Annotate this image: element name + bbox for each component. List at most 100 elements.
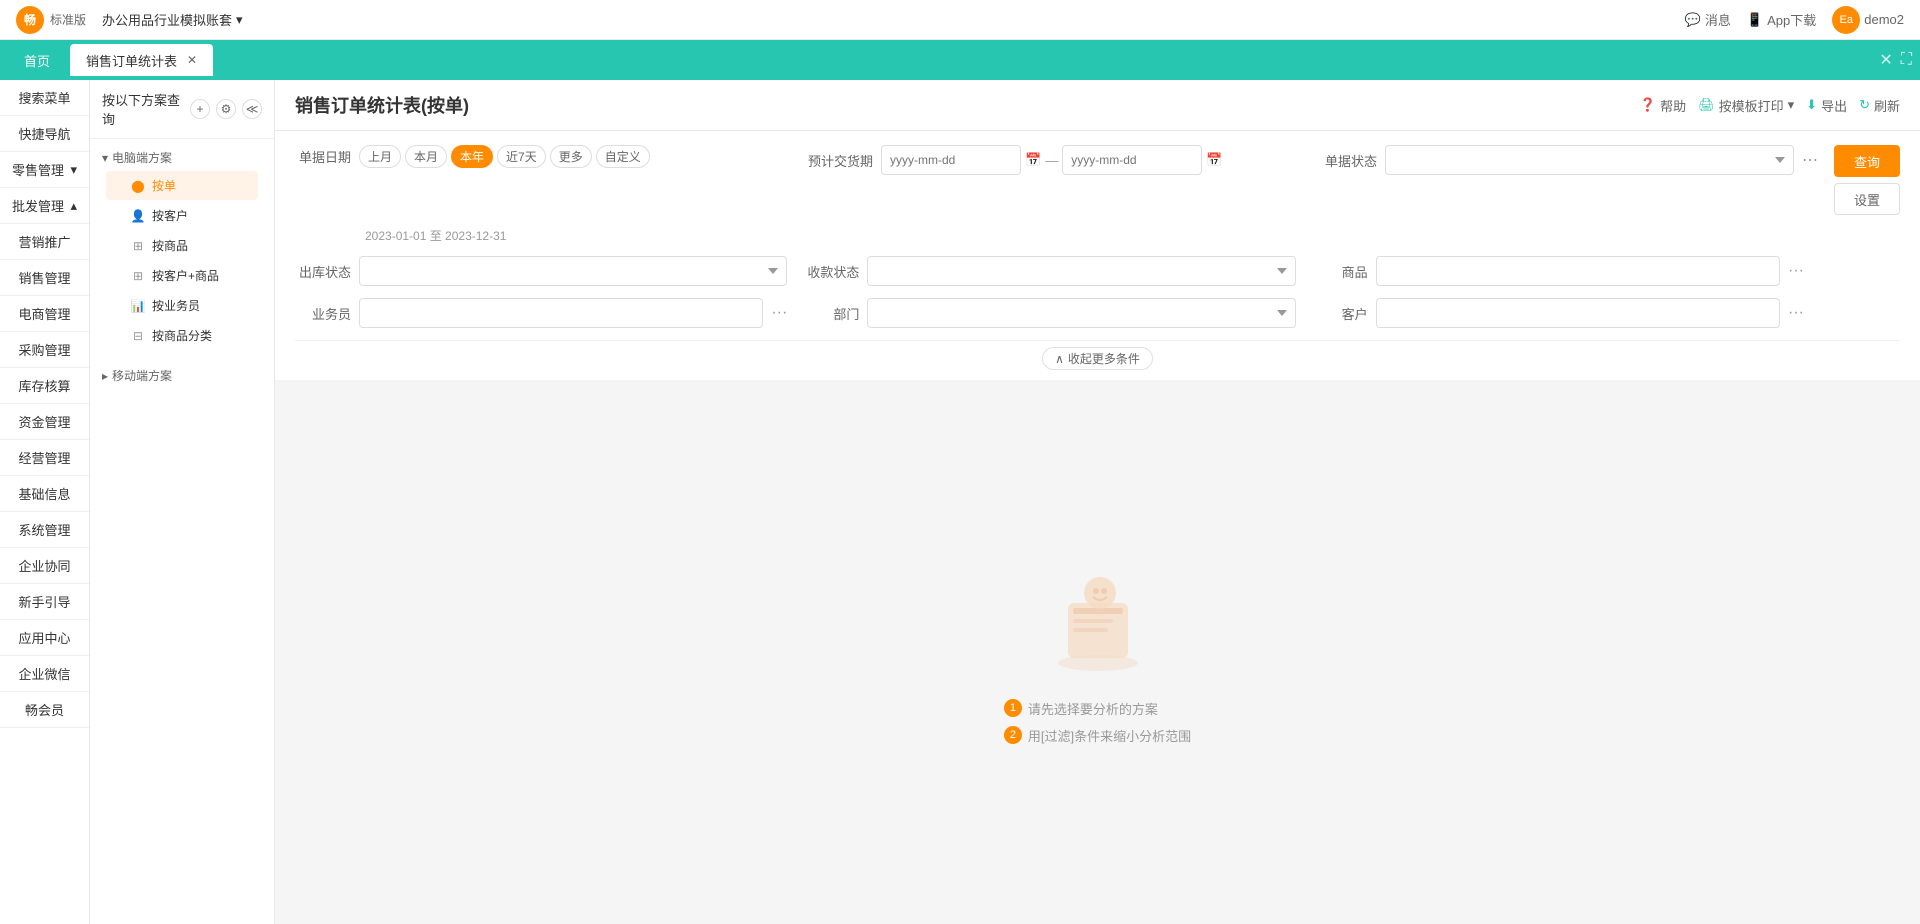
collapse-icon: ∧	[1055, 352, 1064, 366]
chevron-up-icon: ▴	[70, 198, 77, 214]
sidebar: 搜索菜单 快捷导航 零售管理 ▾ 批发管理 ▴ 营销推广 销售管理 电商管理 采…	[0, 80, 90, 924]
tab-home[interactable]: 首页	[8, 44, 66, 76]
calendar-start-icon[interactable]: 📅	[1025, 152, 1041, 168]
salesperson-more-icon[interactable]: ···	[771, 304, 787, 322]
sidebar-group-retail: 零售管理 ▾	[0, 152, 89, 188]
tip-num-2: 2	[1004, 726, 1022, 744]
customer-more-icon[interactable]: ···	[1788, 304, 1804, 322]
workspace-selector[interactable]: 办公用品行业模拟账套 ▾	[94, 10, 251, 29]
user-name: demo2	[1864, 12, 1904, 27]
sidebar-item-apps[interactable]: 应用中心	[0, 620, 89, 656]
date-filter-label: 单据日期	[295, 147, 351, 166]
scheme-item-by-order[interactable]: ⬤ 按单	[106, 171, 258, 200]
tip-num-1: 1	[1004, 699, 1022, 717]
scheme-collapse-button[interactable]: ≪	[242, 99, 262, 119]
tab-expand-icon[interactable]: ⛶	[1901, 51, 1912, 69]
delivery-status-select[interactable]	[359, 256, 787, 286]
calendar-end-icon[interactable]: 📅	[1206, 152, 1222, 168]
sidebar-item-search[interactable]: 搜索菜单	[0, 80, 89, 116]
expected-date-group: 📅 — 📅	[881, 145, 1222, 175]
date-btn-custom[interactable]: 自定义	[596, 145, 650, 168]
sidebar-item-quick[interactable]: 快捷导航	[0, 116, 89, 152]
chevron-right-icon: ▸	[102, 369, 108, 383]
expected-date-start[interactable]	[881, 145, 1021, 175]
delivery-status-label: 出库状态	[295, 262, 351, 281]
sidebar-item-system[interactable]: 系统管理	[0, 512, 89, 548]
filter-row-2: 出库状态 收款状态 商品 ···	[295, 256, 1900, 286]
customer-input[interactable]	[1376, 298, 1780, 328]
scheme-item-by-salesperson[interactable]: 📊 按业务员	[106, 291, 258, 320]
date-buttons: 上月 本月 本年 近7天 更多 自定义	[359, 145, 650, 168]
export-button[interactable]: ⬇ 导出	[1806, 96, 1847, 115]
print-icon: 🖨	[1698, 97, 1715, 113]
collapse-label: 收起更多条件	[1068, 350, 1140, 367]
date-btn-this-month[interactable]: 本月	[405, 145, 447, 168]
sidebar-item-retail[interactable]: 零售管理 ▾	[0, 152, 89, 187]
goods-input[interactable]	[1376, 256, 1780, 286]
scheme-item-by-customer[interactable]: 👤 按客户	[106, 201, 258, 230]
sidebar-item-newbie[interactable]: 新手引导	[0, 584, 89, 620]
query-button[interactable]: 查询	[1834, 145, 1900, 177]
sidebar-item-inventory[interactable]: 库存核算	[0, 368, 89, 404]
sidebar-item-marketing[interactable]: 营销推广	[0, 224, 89, 260]
expected-date-end[interactable]	[1062, 145, 1202, 175]
chevron-down-icon: ▾	[102, 151, 108, 165]
collapse-button[interactable]: ∧ 收起更多条件	[1042, 347, 1153, 370]
sidebar-item-sales[interactable]: 销售管理	[0, 260, 89, 296]
tab-close-all-icon[interactable]: ✕	[1879, 50, 1892, 70]
tab-stats[interactable]: 销售订单统计表 ✕	[70, 44, 213, 76]
scheme-add-button[interactable]: +	[190, 99, 210, 119]
department-select[interactable]	[867, 298, 1295, 328]
sidebar-item-wholesale[interactable]: 批发管理 ▴	[0, 188, 89, 223]
sidebar-item-purchase[interactable]: 采购管理	[0, 332, 89, 368]
date-btn-last-7days[interactable]: 近7天	[497, 145, 546, 168]
salesperson-input[interactable]	[359, 298, 763, 328]
goods-filter-label: 商品	[1312, 262, 1368, 281]
tab-home-label: 首页	[24, 51, 50, 70]
goods-more-icon[interactable]: ···	[1788, 262, 1804, 280]
sidebar-item-wechat[interactable]: 企业微信	[0, 656, 89, 692]
filter-section: 单据日期 上月 本月 本年 近7天 更多 自定义 预计交货期	[275, 131, 1920, 380]
scheme-item-by-goods-category[interactable]: ⊟ 按商品分类	[106, 321, 258, 350]
scheme-item-by-salesperson-label: 按业务员	[152, 297, 200, 314]
sidebar-item-basic[interactable]: 基础信息	[0, 476, 89, 512]
message-icon: 💬	[1685, 12, 1701, 28]
sidebar-item-enterprise[interactable]: 企业协同	[0, 548, 89, 584]
sidebar-item-operations[interactable]: 经营管理	[0, 440, 89, 476]
print-button[interactable]: 🖨 按模板打印 ▾	[1698, 96, 1794, 115]
date-btn-last-month[interactable]: 上月	[359, 145, 401, 168]
scheme-settings-button[interactable]: ⚙	[216, 99, 236, 119]
salesperson-label: 业务员	[295, 304, 351, 323]
filter-row-3: 业务员 ··· 部门 客户 ···	[295, 298, 1900, 328]
payment-status-select[interactable]	[867, 256, 1295, 286]
circle-icon: ⬤	[130, 178, 146, 194]
sidebar-item-member[interactable]: 畅会员	[0, 692, 89, 728]
settings-button[interactable]: 设置	[1834, 183, 1900, 215]
date-btn-this-year[interactable]: 本年	[451, 145, 493, 168]
scheme-item-by-goods[interactable]: ⊞ 按商品	[106, 231, 258, 260]
refresh-button[interactable]: ↻ 刷新	[1859, 96, 1900, 115]
action-btn-group: 查询 设置	[1834, 145, 1900, 215]
user-profile[interactable]: Ea demo2	[1832, 6, 1904, 34]
scheme-section-pc: ▾ 电脑端方案 ⬤ 按单 👤 按客户 ⊞ 按商品 ⊞ 按客户+商品	[90, 139, 274, 357]
section-mobile-label: 移动端方案	[112, 367, 172, 384]
help-label: 帮助	[1660, 96, 1686, 115]
department-label: 部门	[803, 304, 859, 323]
grid2-icon: ⊞	[130, 268, 146, 284]
message-button[interactable]: 💬 消息	[1685, 10, 1731, 29]
scheme-panel-actions: + ⚙ ≪	[190, 99, 262, 119]
scheme-item-by-goods-label: 按商品	[152, 237, 188, 254]
date-btn-more[interactable]: 更多	[550, 145, 592, 168]
scheme-item-by-customer-goods[interactable]: ⊞ 按客户+商品	[106, 261, 258, 290]
empty-tip-1-text: 请先选择要分析的方案	[1028, 699, 1158, 718]
sidebar-item-ecommerce[interactable]: 电商管理	[0, 296, 89, 332]
app-download-button[interactable]: 📱 App下载	[1747, 10, 1816, 29]
scheme-section-pc-title[interactable]: ▾ 电脑端方案	[102, 145, 262, 170]
status-select[interactable]	[1385, 145, 1794, 175]
scheme-section-mobile-title[interactable]: ▸ 移动端方案	[102, 363, 262, 388]
help-button[interactable]: ❓ 帮助	[1640, 96, 1686, 115]
sidebar-item-finance[interactable]: 资金管理	[0, 404, 89, 440]
empty-tips: 1 请先选择要分析的方案 2 用[过滤]条件来缩小分析范围	[1004, 699, 1191, 745]
section-pc-label: 电脑端方案	[112, 149, 172, 166]
tab-close-icon[interactable]: ✕	[187, 53, 197, 67]
